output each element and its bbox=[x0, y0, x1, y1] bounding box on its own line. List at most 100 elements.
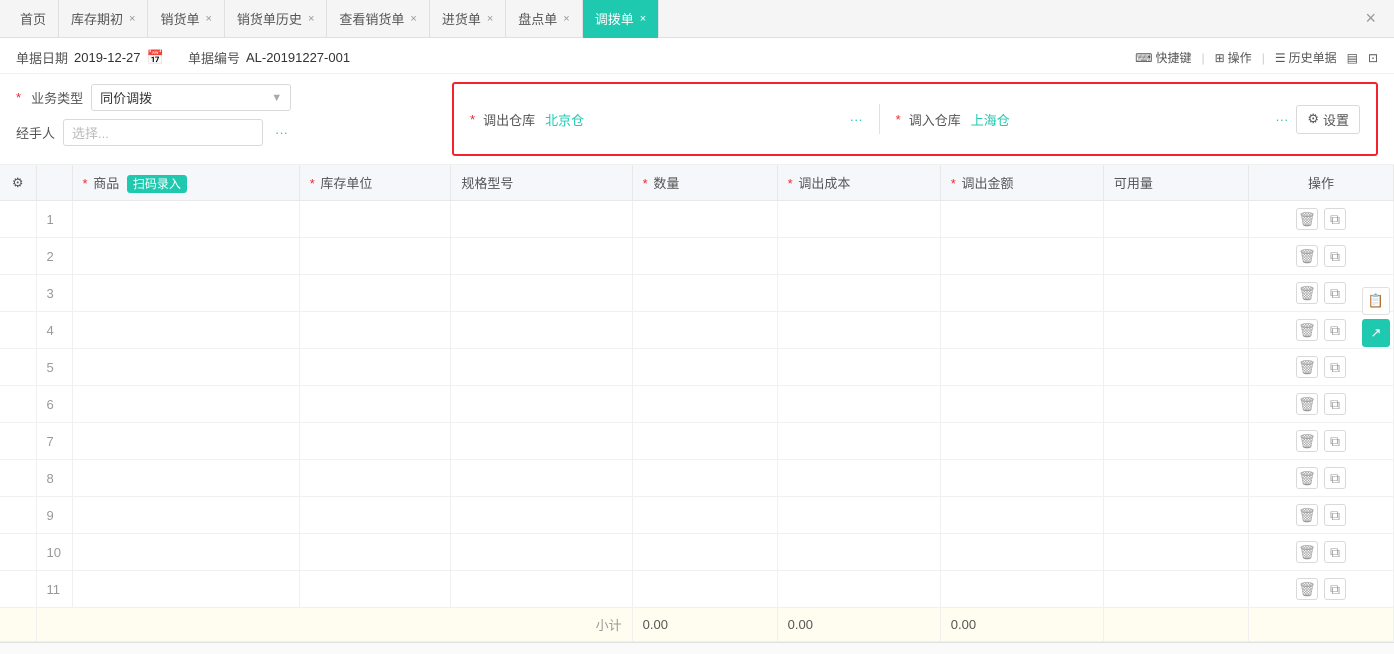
layout-btn-1[interactable]: ▤ bbox=[1347, 51, 1358, 65]
copy-icon[interactable]: ⧉ bbox=[1324, 319, 1346, 341]
tab-sales-order[interactable]: 销货单 × bbox=[148, 0, 224, 38]
copy-icon[interactable]: ⧉ bbox=[1324, 504, 1346, 526]
scan-button[interactable]: 扫码录入 bbox=[127, 175, 187, 193]
row-unit[interactable] bbox=[299, 349, 451, 386]
delete-icon[interactable]: 🗑 bbox=[1296, 467, 1318, 489]
row-qty[interactable] bbox=[632, 312, 777, 349]
delete-icon[interactable]: 🗑 bbox=[1296, 208, 1318, 230]
note-float-btn[interactable]: 📋 bbox=[1362, 287, 1390, 315]
business-type-select[interactable]: 同价调拨 ▼ bbox=[91, 84, 291, 111]
tab-inventory-count-close[interactable]: × bbox=[563, 13, 569, 25]
row-cost[interactable] bbox=[777, 534, 940, 571]
row-spec[interactable] bbox=[451, 275, 632, 312]
shortcuts-button[interactable]: ⌨ 快捷键 bbox=[1135, 49, 1191, 66]
row-unit[interactable] bbox=[299, 201, 451, 238]
row-amount[interactable] bbox=[940, 201, 1103, 238]
row-unit[interactable] bbox=[299, 497, 451, 534]
tab-purchase-close[interactable]: × bbox=[487, 13, 493, 25]
row-unit[interactable] bbox=[299, 386, 451, 423]
row-spec[interactable] bbox=[451, 312, 632, 349]
row-cost[interactable] bbox=[777, 349, 940, 386]
row-qty[interactable] bbox=[632, 423, 777, 460]
row-product[interactable] bbox=[72, 386, 299, 423]
row-unit[interactable] bbox=[299, 275, 451, 312]
row-spec[interactable] bbox=[451, 238, 632, 275]
delete-icon[interactable]: 🗑 bbox=[1296, 356, 1318, 378]
row-qty[interactable] bbox=[632, 275, 777, 312]
copy-icon[interactable]: ⧉ bbox=[1324, 393, 1346, 415]
row-cost[interactable] bbox=[777, 275, 940, 312]
tab-inventory-count[interactable]: 盘点单 × bbox=[506, 0, 582, 38]
row-amount[interactable] bbox=[940, 423, 1103, 460]
delete-icon[interactable]: 🗑 bbox=[1296, 393, 1318, 415]
copy-icon[interactable]: ⧉ bbox=[1324, 208, 1346, 230]
tab-view-sales[interactable]: 查看销货单 × bbox=[327, 0, 429, 38]
horizontal-scrollbar[interactable] bbox=[0, 642, 1394, 654]
row-unit[interactable] bbox=[299, 534, 451, 571]
row-amount[interactable] bbox=[940, 312, 1103, 349]
copy-icon[interactable]: ⧉ bbox=[1324, 430, 1346, 452]
row-qty[interactable] bbox=[632, 349, 777, 386]
row-amount[interactable] bbox=[940, 460, 1103, 497]
row-spec[interactable] bbox=[451, 423, 632, 460]
delete-icon[interactable]: 🗑 bbox=[1296, 578, 1318, 600]
row-cost[interactable] bbox=[777, 312, 940, 349]
row-unit[interactable] bbox=[299, 423, 451, 460]
settings-button[interactable]: ⚙ 设置 bbox=[1296, 105, 1360, 134]
row-spec[interactable] bbox=[451, 534, 632, 571]
handler-select[interactable]: 选择... bbox=[63, 119, 263, 146]
row-amount[interactable] bbox=[940, 275, 1103, 312]
row-amount[interactable] bbox=[940, 238, 1103, 275]
row-qty[interactable] bbox=[632, 386, 777, 423]
tab-home[interactable]: 首页 bbox=[8, 0, 59, 38]
delete-icon[interactable]: 🗑 bbox=[1296, 245, 1318, 267]
transfer-out-more-btn[interactable]: ··· bbox=[850, 112, 863, 127]
tab-inventory-init-close[interactable]: × bbox=[129, 13, 135, 25]
row-qty[interactable] bbox=[632, 201, 777, 238]
row-amount[interactable] bbox=[940, 386, 1103, 423]
tab-inventory-init[interactable]: 库存期初 × bbox=[59, 0, 148, 38]
copy-icon[interactable]: ⧉ bbox=[1324, 282, 1346, 304]
copy-icon[interactable]: ⧉ bbox=[1324, 245, 1346, 267]
row-product[interactable] bbox=[72, 312, 299, 349]
row-product[interactable] bbox=[72, 201, 299, 238]
row-spec[interactable] bbox=[451, 349, 632, 386]
copy-icon[interactable]: ⧉ bbox=[1324, 541, 1346, 563]
tab-sales-history[interactable]: 销货单历史 × bbox=[225, 0, 327, 38]
col-settings[interactable]: ⚙ bbox=[0, 165, 36, 201]
tab-transfer-close[interactable]: × bbox=[640, 13, 646, 25]
row-unit[interactable] bbox=[299, 460, 451, 497]
row-amount[interactable] bbox=[940, 349, 1103, 386]
tab-purchase[interactable]: 进货单 × bbox=[430, 0, 506, 38]
row-product[interactable] bbox=[72, 238, 299, 275]
delete-icon[interactable]: 🗑 bbox=[1296, 282, 1318, 304]
copy-icon[interactable]: ⧉ bbox=[1324, 356, 1346, 378]
window-close-button[interactable]: × bbox=[1355, 8, 1386, 29]
row-cost[interactable] bbox=[777, 423, 940, 460]
operations-button[interactable]: ⊞ 操作 bbox=[1215, 49, 1252, 66]
tab-transfer[interactable]: 调拨单 × bbox=[583, 0, 659, 38]
row-qty[interactable] bbox=[632, 238, 777, 275]
row-spec[interactable] bbox=[451, 497, 632, 534]
row-product[interactable] bbox=[72, 460, 299, 497]
row-cost[interactable] bbox=[777, 386, 940, 423]
calendar-icon[interactable]: 📅 bbox=[147, 49, 164, 66]
row-qty[interactable] bbox=[632, 534, 777, 571]
row-unit[interactable] bbox=[299, 238, 451, 275]
row-product[interactable] bbox=[72, 534, 299, 571]
row-cost[interactable] bbox=[777, 497, 940, 534]
delete-icon[interactable]: 🗑 bbox=[1296, 319, 1318, 341]
delete-icon[interactable]: 🗑 bbox=[1296, 504, 1318, 526]
row-spec[interactable] bbox=[451, 386, 632, 423]
row-product[interactable] bbox=[72, 275, 299, 312]
handler-more-btn[interactable]: ··· bbox=[275, 125, 288, 140]
tab-view-sales-close[interactable]: × bbox=[410, 13, 416, 25]
row-cost[interactable] bbox=[777, 238, 940, 275]
copy-icon[interactable]: ⧉ bbox=[1324, 578, 1346, 600]
row-product[interactable] bbox=[72, 349, 299, 386]
row-spec[interactable] bbox=[451, 460, 632, 497]
delete-icon[interactable]: 🗑 bbox=[1296, 430, 1318, 452]
history-button[interactable]: ☰ 历史单据 bbox=[1275, 49, 1337, 66]
row-qty[interactable] bbox=[632, 460, 777, 497]
copy-icon[interactable]: ⧉ bbox=[1324, 467, 1346, 489]
